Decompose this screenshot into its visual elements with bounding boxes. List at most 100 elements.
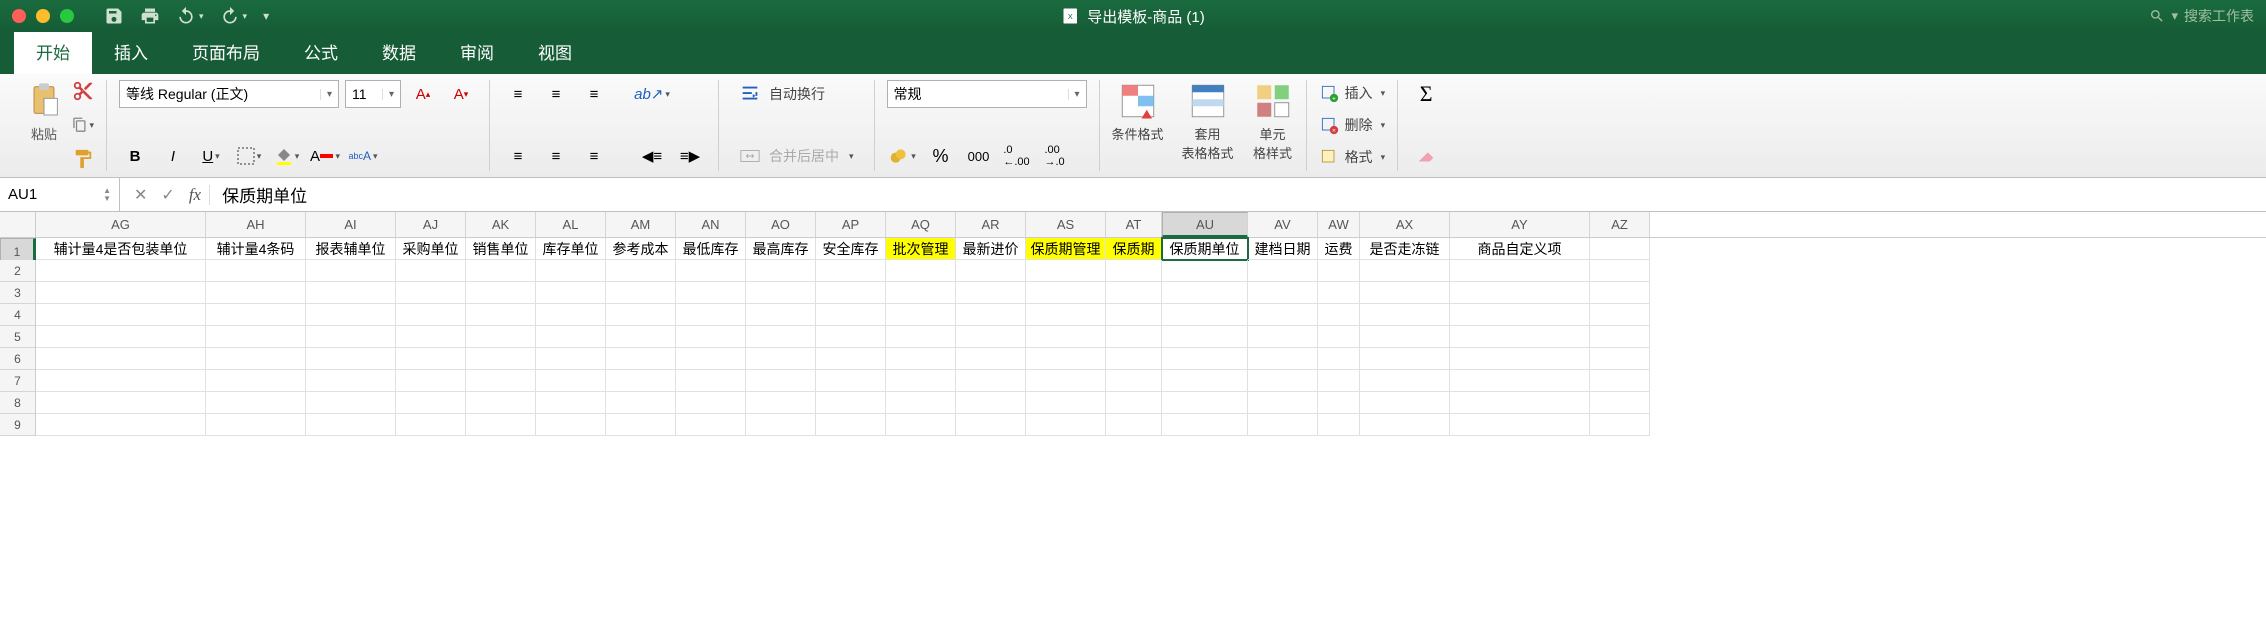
cell-AK7[interactable] [466, 370, 536, 392]
cell-AO1[interactable]: 最高库存 [746, 238, 816, 260]
cell-AG4[interactable] [36, 304, 206, 326]
cell-AV1[interactable]: 建档日期 [1248, 238, 1318, 260]
column-header-AJ[interactable]: AJ [396, 212, 466, 237]
cell-AS3[interactable] [1026, 282, 1106, 304]
cell-AS6[interactable] [1026, 348, 1106, 370]
fill-color-button[interactable]: ▾ [271, 142, 303, 170]
cell-AK2[interactable] [466, 260, 536, 282]
cell-AM3[interactable] [606, 282, 676, 304]
cell-AN7[interactable] [676, 370, 746, 392]
cell-AU3[interactable] [1162, 282, 1248, 304]
cell-AX1[interactable]: 是否走冻链 [1360, 238, 1450, 260]
cell-AQ9[interactable] [886, 414, 956, 436]
cell-AZ5[interactable] [1590, 326, 1650, 348]
cell-AJ4[interactable] [396, 304, 466, 326]
save-icon[interactable] [104, 6, 124, 26]
cell-AR1[interactable]: 最新进价 [956, 238, 1026, 260]
cell-AY5[interactable] [1450, 326, 1590, 348]
column-header-AO[interactable]: AO [746, 212, 816, 237]
border-button[interactable]: ▾ [233, 142, 265, 170]
cell-AJ2[interactable] [396, 260, 466, 282]
orientation-button[interactable]: ab↗▾ [636, 80, 668, 108]
cell-AK8[interactable] [466, 392, 536, 414]
cell-AU9[interactable] [1162, 414, 1248, 436]
underline-button[interactable]: U▾ [195, 142, 227, 170]
decrease-indent-icon[interactable]: ◀≡ [636, 142, 668, 170]
name-box[interactable]: AU1 ▲▼ [0, 178, 120, 211]
cell-AY9[interactable] [1450, 414, 1590, 436]
cell-AO4[interactable] [746, 304, 816, 326]
cell-AG5[interactable] [36, 326, 206, 348]
phonetic-guide-button[interactable]: abcA▾ [347, 142, 379, 170]
cell-AH1[interactable]: 辅计量4条码 [206, 238, 306, 260]
cell-AY2[interactable] [1450, 260, 1590, 282]
cell-AZ2[interactable] [1590, 260, 1650, 282]
cell-AW8[interactable] [1318, 392, 1360, 414]
cell-AX7[interactable] [1360, 370, 1450, 392]
cell-AQ5[interactable] [886, 326, 956, 348]
tab-插入[interactable]: 插入 [92, 29, 170, 74]
cell-AU4[interactable] [1162, 304, 1248, 326]
cell-AI5[interactable] [306, 326, 396, 348]
column-header-AM[interactable]: AM [606, 212, 676, 237]
column-header-AT[interactable]: AT [1106, 212, 1162, 237]
cell-AU2[interactable] [1162, 260, 1248, 282]
column-header-AG[interactable]: AG [36, 212, 206, 237]
insert-cells-button[interactable]: +插入▾ [1319, 80, 1386, 106]
cell-AZ4[interactable] [1590, 304, 1650, 326]
cell-AW1[interactable]: 运费 [1318, 238, 1360, 260]
undo-button[interactable]: ▾ [176, 6, 204, 26]
minimize-window-button[interactable] [36, 9, 50, 23]
cell-AK4[interactable] [466, 304, 536, 326]
cell-AZ6[interactable] [1590, 348, 1650, 370]
cell-AL6[interactable] [536, 348, 606, 370]
tab-开始[interactable]: 开始 [14, 29, 92, 74]
cell-AO8[interactable] [746, 392, 816, 414]
formula-value[interactable]: 保质期单位 [210, 182, 307, 207]
cell-AY4[interactable] [1450, 304, 1590, 326]
maximize-window-button[interactable] [60, 9, 74, 23]
cell-AK5[interactable] [466, 326, 536, 348]
cell-AT9[interactable] [1106, 414, 1162, 436]
row-header-7[interactable]: 7 [0, 370, 36, 392]
copy-icon[interactable]: ▾ [72, 114, 94, 136]
cell-AL3[interactable] [536, 282, 606, 304]
column-header-AU[interactable]: AU [1162, 212, 1248, 238]
column-header-AK[interactable]: AK [466, 212, 536, 237]
cell-AI7[interactable] [306, 370, 396, 392]
cell-AU5[interactable] [1162, 326, 1248, 348]
cell-AR9[interactable] [956, 414, 1026, 436]
cell-AZ3[interactable] [1590, 282, 1650, 304]
cell-AM2[interactable] [606, 260, 676, 282]
column-header-AS[interactable]: AS [1026, 212, 1106, 237]
cell-AT2[interactable] [1106, 260, 1162, 282]
cell-AW6[interactable] [1318, 348, 1360, 370]
cell-AT6[interactable] [1106, 348, 1162, 370]
format-cells-button[interactable]: 格式▾ [1319, 144, 1386, 170]
cell-AP9[interactable] [816, 414, 886, 436]
cell-AM1[interactable]: 参考成本 [606, 238, 676, 260]
cell-AX9[interactable] [1360, 414, 1450, 436]
column-header-AP[interactable]: AP [816, 212, 886, 237]
cell-AG3[interactable] [36, 282, 206, 304]
print-icon[interactable] [140, 6, 160, 26]
font-size-select[interactable]: 11▾ [345, 80, 401, 108]
cell-AP3[interactable] [816, 282, 886, 304]
cell-AR8[interactable] [956, 392, 1026, 414]
cell-AJ1[interactable]: 采购单位 [396, 238, 466, 260]
cell-AG7[interactable] [36, 370, 206, 392]
decrease-font-icon[interactable]: A▾ [445, 80, 477, 108]
cell-AR6[interactable] [956, 348, 1026, 370]
cell-AZ9[interactable] [1590, 414, 1650, 436]
cell-AV7[interactable] [1248, 370, 1318, 392]
cell-AO7[interactable] [746, 370, 816, 392]
cell-AH4[interactable] [206, 304, 306, 326]
column-header-AL[interactable]: AL [536, 212, 606, 237]
cut-icon[interactable] [72, 80, 94, 102]
column-header-AQ[interactable]: AQ [886, 212, 956, 237]
cell-AT3[interactable] [1106, 282, 1162, 304]
column-header-AW[interactable]: AW [1318, 212, 1360, 237]
column-header-AR[interactable]: AR [956, 212, 1026, 237]
cell-AK1[interactable]: 销售单位 [466, 238, 536, 260]
cell-AL7[interactable] [536, 370, 606, 392]
